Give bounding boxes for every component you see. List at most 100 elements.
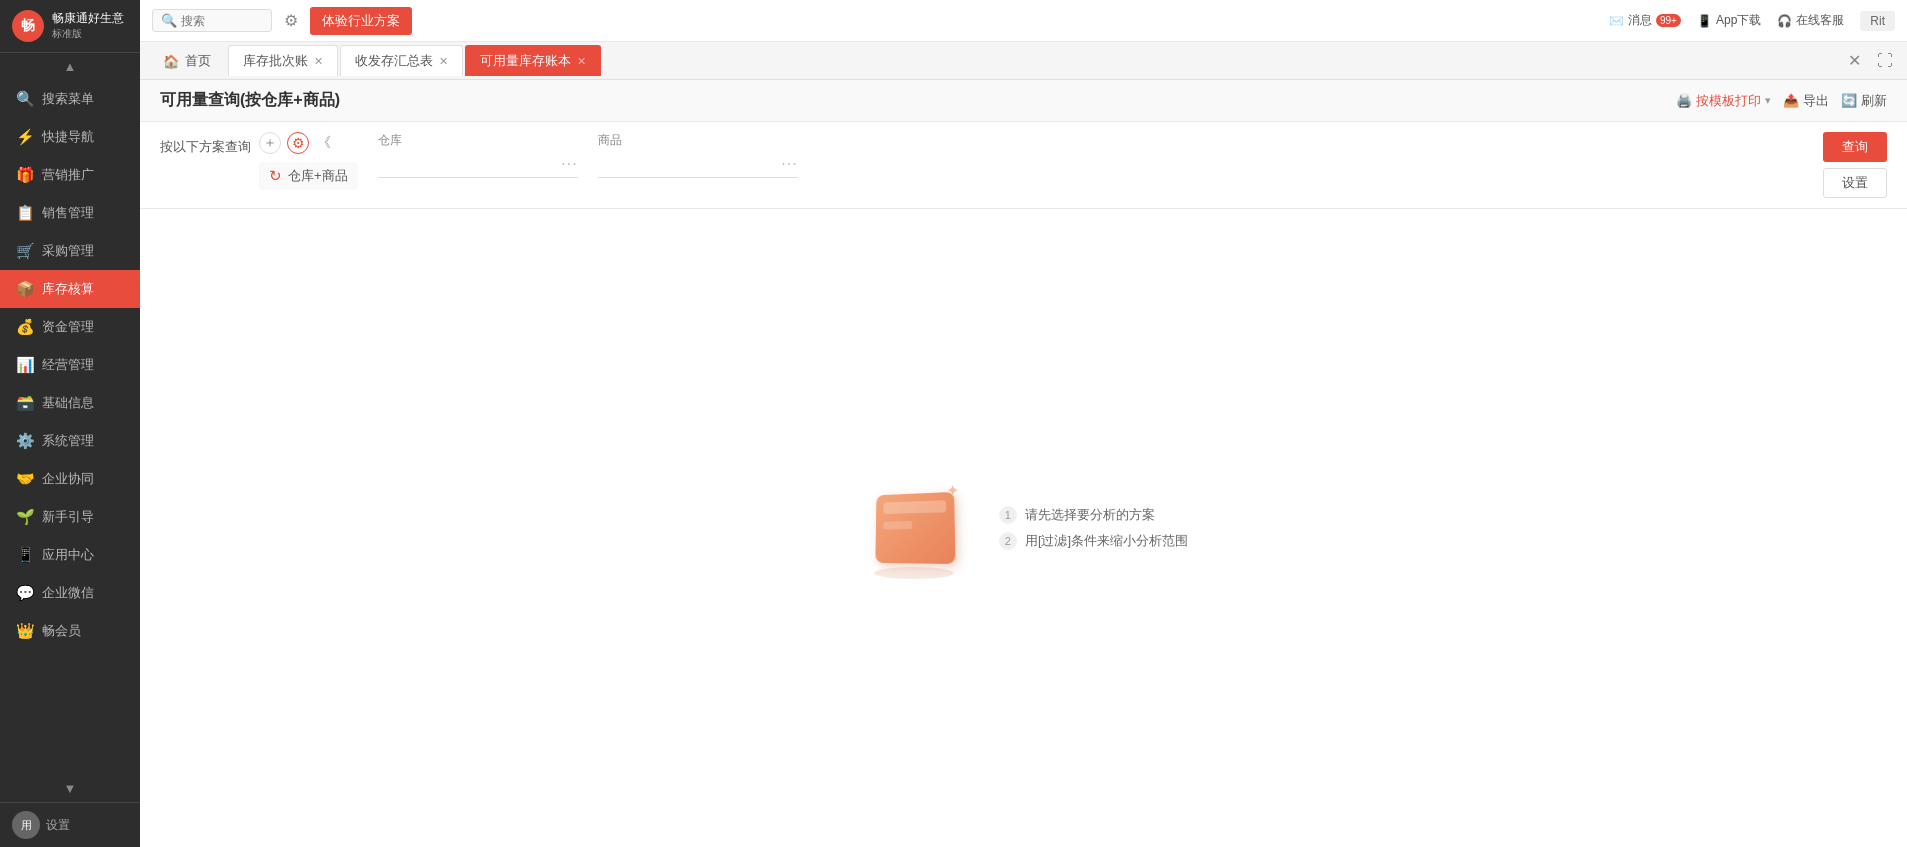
settings-button[interactable]: 设置	[1823, 168, 1887, 198]
sidebar-item-operations[interactable]: 📊经营管理	[0, 346, 140, 384]
export-button[interactable]: 📤 导出	[1783, 92, 1829, 110]
sidebar-subtitle: 标准版	[52, 27, 124, 41]
collapse-scheme-button[interactable]: 《	[315, 132, 333, 154]
scheme-item-warehouse-goods[interactable]: ↻ 仓库+商品	[259, 162, 358, 190]
tab-batch-account-close[interactable]: ✕	[314, 55, 323, 68]
trial-button[interactable]: 体验行业方案	[310, 7, 412, 35]
sidebar-label-enterprise: 企业协同	[42, 470, 94, 488]
sidebar-item-basic-info[interactable]: 🗃️基础信息	[0, 384, 140, 422]
tab-receipt-summary[interactable]: 收发存汇总表 ✕	[340, 45, 463, 76]
goods-input[interactable]	[598, 157, 778, 172]
print-icon: 🖨️	[1676, 93, 1692, 108]
tab-home[interactable]: 🏠 首页	[148, 45, 226, 76]
tip-number-2: 2	[999, 532, 1017, 550]
sidebar-item-purchase-mgmt[interactable]: 🛒采购管理	[0, 232, 140, 270]
tab-home-label: 首页	[185, 52, 211, 70]
sidebar-label-system-mgmt: 系统管理	[42, 432, 94, 450]
sidebar-brand: 畅康通好生意 标准版	[52, 11, 124, 41]
tab-available-ledger-close[interactable]: ✕	[577, 55, 586, 68]
sidebar-title: 畅康通好生意	[52, 11, 124, 27]
chevron-down-icon: ▾	[1765, 94, 1771, 107]
topbar-right: ✉️ 消息 99+ 📱 App下载 🎧 在线客服 Rit	[1609, 11, 1895, 31]
warehouse-filter: 仓库 ···	[378, 132, 578, 178]
search-input[interactable]	[181, 14, 261, 28]
sidebar-icon-app-center: 📱	[16, 546, 34, 564]
sidebar-item-system-mgmt[interactable]: ⚙️ 系统管理	[0, 422, 140, 460]
empty-state: ✦ 1 请先选择要分析的方案 2 用[过滤]条件来缩小分析范围	[140, 209, 1907, 847]
sidebar-item-enterprise[interactable]: 🤝企业协同	[0, 460, 140, 498]
page-header: 可用量查询(按仓库+商品) 🖨️ 按模板打印 ▾ 📤 导出 🔄 刷新	[140, 80, 1907, 122]
action-buttons: 查询 设置	[1811, 132, 1887, 198]
tab-maximize-button[interactable]: ⛶	[1871, 48, 1899, 74]
tab-close-button[interactable]: ✕	[1842, 47, 1867, 74]
app-download-label: App下载	[1716, 12, 1761, 29]
empty-box-graphic	[875, 492, 955, 564]
sidebar-item-inventory[interactable]: 📦库存核算	[0, 270, 140, 308]
print-button[interactable]: 🖨️ 按模板打印 ▾	[1676, 92, 1771, 110]
add-scheme-button[interactable]: ＋	[259, 132, 281, 154]
sidebar-logo: 畅	[12, 10, 44, 42]
sidebar-label-sales-mgmt: 销售管理	[42, 204, 94, 222]
scheme-icon: ↻	[269, 167, 282, 185]
print-label: 按模板打印	[1696, 92, 1761, 110]
tabs-bar: 🏠 首页 库存批次账 ✕ 收发存汇总表 ✕ 可用量库存账本 ✕ ✕ ⛶	[140, 42, 1907, 80]
headset-icon: 🎧	[1777, 14, 1792, 28]
sidebar-item-finance[interactable]: 💰资金管理	[0, 308, 140, 346]
sidebar-item-enterprise-wechat[interactable]: 💬企业微信	[0, 574, 140, 612]
tab-receipt-summary-close[interactable]: ✕	[439, 55, 448, 68]
filters-row: 仓库 ··· 商品 ···	[358, 132, 1811, 178]
filter-schemes-header: ＋ ⚙ 《	[259, 132, 358, 154]
refresh-label: 刷新	[1861, 92, 1887, 110]
query-button[interactable]: 查询	[1823, 132, 1887, 162]
filter-schemes: ＋ ⚙ 《 ↻ 仓库+商品	[259, 132, 358, 190]
filter-bar: 按以下方案查询 ＋ ⚙ 《 ↻ 仓库+商品 仓库 ···	[140, 122, 1907, 209]
tab-available-ledger[interactable]: 可用量库存账本 ✕	[465, 45, 601, 76]
sidebar-item-onboarding[interactable]: 🌱新手引导	[0, 498, 140, 536]
refresh-button[interactable]: 🔄 刷新	[1841, 92, 1887, 110]
tab-receipt-summary-label: 收发存汇总表	[355, 52, 433, 70]
sidebar-icon-operations: 📊	[16, 356, 34, 374]
empty-tip-1: 1 请先选择要分析的方案	[999, 506, 1188, 524]
message-item[interactable]: ✉️ 消息 99+	[1609, 12, 1681, 29]
warehouse-label: 仓库	[378, 132, 578, 149]
sidebar-item-marketing-promo[interactable]: 🎁营销推广	[0, 156, 140, 194]
sidebar-item-search[interactable]: 🔍搜索菜单	[0, 80, 140, 118]
sidebar-user[interactable]: 用 设置	[0, 802, 140, 847]
sidebar-label-finance: 资金管理	[42, 318, 94, 336]
sidebar-scroll-down[interactable]: ▼	[0, 775, 140, 802]
warehouse-input[interactable]	[378, 157, 558, 172]
warehouse-more-icon[interactable]: ···	[561, 155, 577, 173]
user-button[interactable]: Rit	[1860, 11, 1895, 31]
tip-number-1: 1	[999, 506, 1017, 524]
topbar: 🔍 ⚙ 体验行业方案 ✉️ 消息 99+ 📱 App下载 🎧 在线客服 Rit	[140, 0, 1907, 42]
filter-label: 按以下方案查询	[160, 132, 251, 156]
sidebar-header: 畅 畅康通好生意 标准版	[0, 0, 140, 53]
goods-label: 商品	[598, 132, 798, 149]
sidebar-label-basic-info: 基础信息	[42, 394, 94, 412]
tab-available-ledger-label: 可用量库存账本	[480, 52, 571, 70]
topbar-search-box[interactable]: 🔍	[152, 9, 272, 32]
sidebar-item-sales-mgmt[interactable]: 📋销售管理	[0, 194, 140, 232]
sidebar-icon-system-mgmt: ⚙️	[16, 432, 34, 450]
sidebar-item-app-center[interactable]: 📱 应用中心	[0, 536, 140, 574]
sidebar-nav: 🔍搜索菜单⚡快捷导航🎁营销推广📋销售管理🛒采购管理📦库存核算💰资金管理📊经营管理…	[0, 80, 140, 775]
sidebar-icon-vip: 👑	[16, 622, 34, 640]
gear-icon[interactable]: ⚙	[280, 7, 302, 34]
sidebar-label-purchase-mgmt: 采购管理	[42, 242, 94, 260]
page-title: 可用量查询(按仓库+商品)	[160, 90, 340, 111]
sidebar-scroll-up[interactable]: ▲	[0, 53, 140, 80]
edit-scheme-button[interactable]: ⚙	[287, 132, 309, 154]
sidebar-label-app-center: 应用中心	[42, 546, 94, 564]
sidebar-icon-inventory: 📦	[16, 280, 34, 298]
online-service-item[interactable]: 🎧 在线客服	[1777, 12, 1844, 29]
sidebar-item-shortcut[interactable]: ⚡快捷导航	[0, 118, 140, 156]
sidebar-icon-onboarding: 🌱	[16, 508, 34, 526]
sidebar-item-vip[interactable]: 👑畅会员	[0, 612, 140, 650]
tab-batch-account[interactable]: 库存批次账 ✕	[228, 45, 338, 76]
sidebar-icon-shortcut: ⚡	[16, 128, 34, 146]
warehouse-input-wrapper: ···	[378, 151, 578, 178]
app-download-item[interactable]: 📱 App下载	[1697, 12, 1761, 29]
home-icon: 🏠	[163, 54, 179, 69]
goods-more-icon[interactable]: ···	[781, 155, 797, 173]
main-area: 🔍 ⚙ 体验行业方案 ✉️ 消息 99+ 📱 App下载 🎧 在线客服 Rit	[140, 0, 1907, 847]
